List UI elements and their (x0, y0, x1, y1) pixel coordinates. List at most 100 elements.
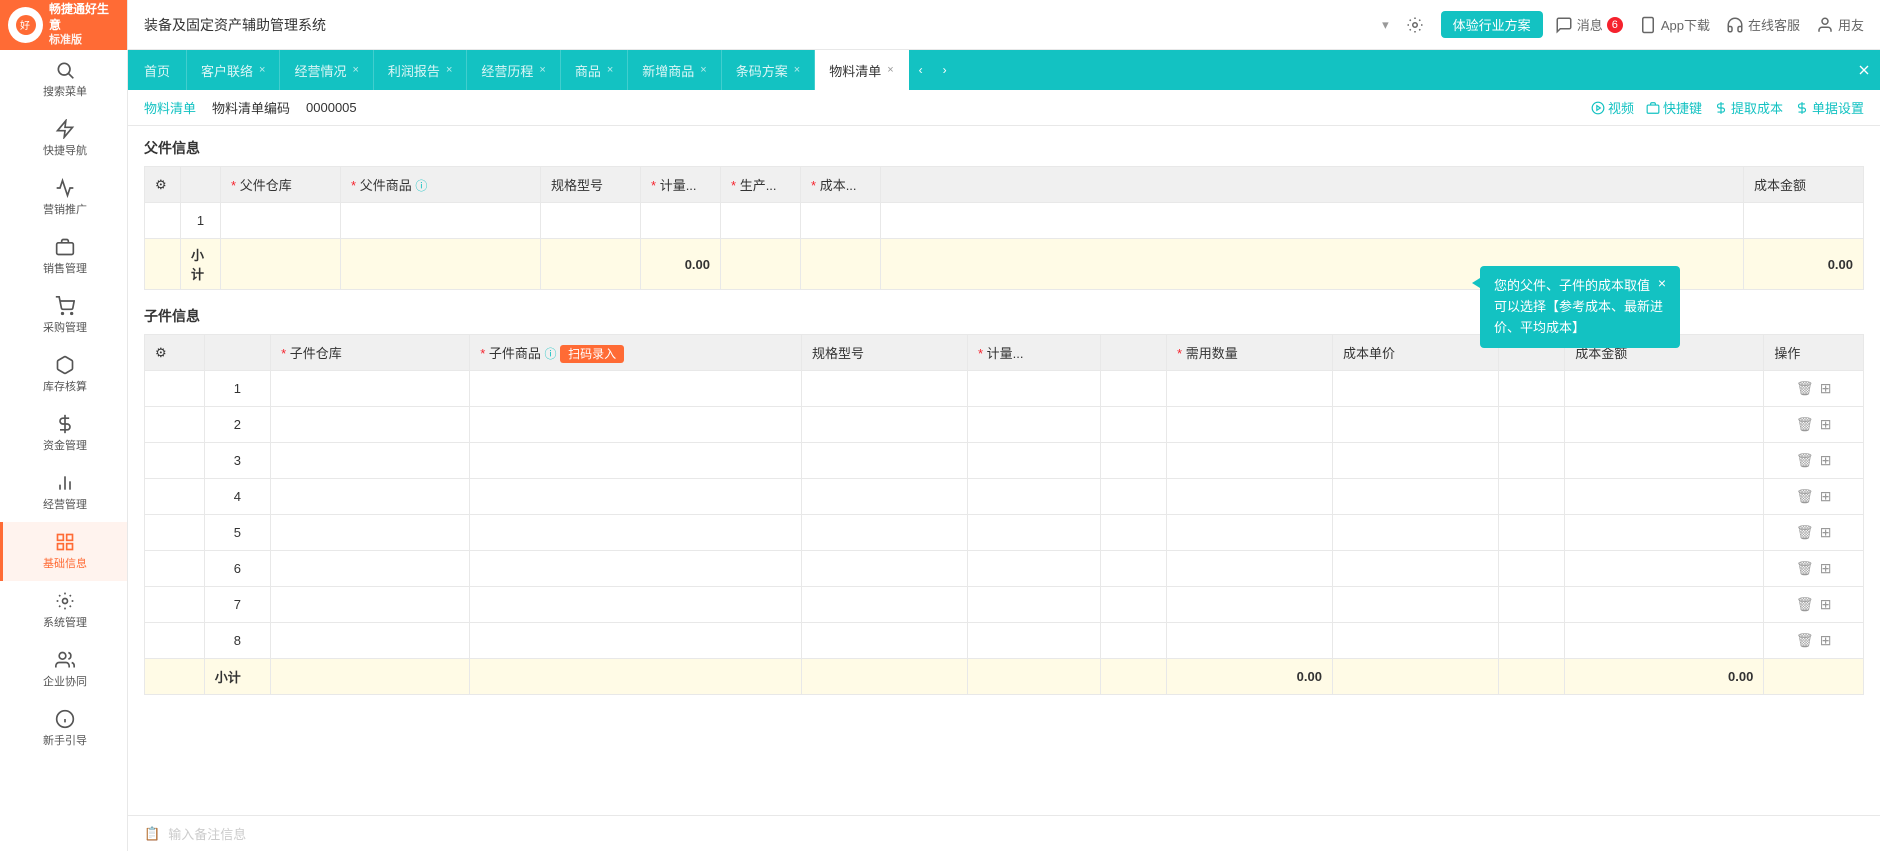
child-row-warehouse[interactable] (271, 407, 470, 443)
child-row-product[interactable] (470, 551, 802, 587)
parent-row-cost[interactable] (801, 203, 881, 239)
settings-gear-button[interactable] (1401, 11, 1429, 39)
child-row-spec[interactable] (802, 443, 968, 479)
copy-row-button[interactable]: ⊞ (1820, 560, 1832, 577)
child-row-spec[interactable] (802, 515, 968, 551)
delete-row-button[interactable]: 🗑 (1796, 560, 1814, 577)
child-row-unit[interactable] (967, 371, 1100, 407)
child-row-spec[interactable] (802, 551, 968, 587)
video-button[interactable]: 视频 (1591, 98, 1634, 117)
child-row-unit-cost[interactable] (1332, 407, 1498, 443)
child-row-unit[interactable] (967, 443, 1100, 479)
tab-customer-close[interactable]: × (259, 64, 265, 76)
sidebar-item-sales[interactable]: 销售管理 (0, 227, 127, 286)
child-row-needed-qty[interactable] (1167, 407, 1333, 443)
tooltip-close-button[interactable]: × (1658, 276, 1666, 290)
tab-customer[interactable]: 客户联络 × (187, 50, 280, 90)
child-row-unit-cost[interactable] (1332, 623, 1498, 659)
tab-new-goods[interactable]: 新增商品 × (628, 50, 721, 90)
copy-row-button[interactable]: ⊞ (1820, 488, 1832, 505)
delete-row-button[interactable]: 🗑 (1796, 632, 1814, 649)
copy-row-button[interactable]: ⊞ (1820, 524, 1832, 541)
child-row-warehouse[interactable] (271, 551, 470, 587)
nav-next-arrow[interactable]: › (933, 58, 957, 82)
child-row-unit[interactable] (967, 479, 1100, 515)
user-button[interactable]: 用友 (1816, 15, 1864, 34)
child-row-warehouse[interactable] (271, 587, 470, 623)
child-row-needed-qty[interactable] (1167, 623, 1333, 659)
sidebar-item-finance[interactable]: 资金管理 (0, 404, 127, 463)
nav-prev-arrow[interactable]: ‹ (909, 58, 933, 82)
child-row-spec[interactable] (802, 479, 968, 515)
child-row-product[interactable] (470, 479, 802, 515)
shortcut-button[interactable]: 快捷键 (1646, 98, 1702, 117)
child-row-product[interactable] (470, 371, 802, 407)
child-row-warehouse[interactable] (271, 623, 470, 659)
scan-input-button[interactable]: 扫码录入 (560, 345, 624, 363)
copy-row-button[interactable]: ⊞ (1820, 452, 1832, 469)
tab-operations[interactable]: 经营情况 × (280, 50, 373, 90)
tab-bom-close[interactable]: × (887, 64, 893, 76)
child-row-unit[interactable] (967, 587, 1100, 623)
parent-row-product[interactable] (341, 203, 541, 239)
delete-row-button[interactable]: 🗑 (1796, 488, 1814, 505)
delete-row-button[interactable]: 🗑 (1796, 380, 1814, 397)
extract-cost-button[interactable]: 提取成本 (1714, 98, 1783, 117)
child-row-spec[interactable] (802, 371, 968, 407)
tab-history-close[interactable]: × (539, 64, 545, 76)
child-row-product[interactable] (470, 587, 802, 623)
child-row-product[interactable] (470, 407, 802, 443)
parent-row-production[interactable] (721, 203, 801, 239)
child-row-unit-cost[interactable] (1332, 443, 1498, 479)
copy-row-button[interactable]: ⊞ (1820, 380, 1832, 397)
doc-settings-button[interactable]: 单据设置 (1795, 98, 1864, 117)
child-th-gear[interactable]: ⚙ (145, 335, 205, 371)
child-row-needed-qty[interactable] (1167, 587, 1333, 623)
child-row-spec[interactable] (802, 407, 968, 443)
child-row-product[interactable] (470, 515, 802, 551)
child-row-product[interactable] (470, 443, 802, 479)
delete-row-button[interactable]: 🗑 (1796, 596, 1814, 613)
sidebar-item-system[interactable]: 系统管理 (0, 581, 127, 640)
child-row-unit-cost[interactable] (1332, 587, 1498, 623)
delete-row-button[interactable]: 🗑 (1796, 416, 1814, 433)
message-button[interactable]: 消息 6 (1555, 15, 1623, 34)
copy-row-button[interactable]: ⊞ (1820, 632, 1832, 649)
child-row-unit[interactable] (967, 407, 1100, 443)
sidebar-item-marketing[interactable]: 营销推广 (0, 168, 127, 227)
sidebar-item-quicknav[interactable]: 快捷导航 (0, 109, 127, 168)
child-row-needed-qty[interactable] (1167, 371, 1333, 407)
parent-row-warehouse[interactable] (221, 203, 341, 239)
child-row-unit-cost[interactable] (1332, 551, 1498, 587)
child-row-unit-cost[interactable] (1332, 371, 1498, 407)
child-row-needed-qty[interactable] (1167, 479, 1333, 515)
child-row-warehouse[interactable] (271, 443, 470, 479)
sidebar-item-operations-mgmt[interactable]: 经营管理 (0, 463, 127, 522)
child-row-spec[interactable] (802, 623, 968, 659)
copy-row-button[interactable]: ⊞ (1820, 416, 1832, 433)
tab-operations-close[interactable]: × (352, 64, 358, 76)
child-row-unit-cost[interactable] (1332, 515, 1498, 551)
tab-barcode[interactable]: 条码方案 × (722, 50, 815, 90)
child-row-warehouse[interactable] (271, 479, 470, 515)
tab-bom[interactable]: 物料清单 × (815, 50, 908, 90)
child-row-unit[interactable] (967, 551, 1100, 587)
trial-button[interactable]: 体验行业方案 (1441, 11, 1543, 38)
sidebar-item-guide[interactable]: 新手引导 (0, 699, 127, 758)
child-row-needed-qty[interactable] (1167, 551, 1333, 587)
app-download-button[interactable]: App下载 (1639, 15, 1710, 34)
parent-row-unit[interactable] (641, 203, 721, 239)
tab-barcode-close[interactable]: × (794, 64, 800, 76)
tab-history[interactable]: 经营历程 × (467, 50, 560, 90)
child-row-warehouse[interactable] (271, 371, 470, 407)
child-row-unit[interactable] (967, 515, 1100, 551)
delete-row-button[interactable]: 🗑 (1796, 452, 1814, 469)
child-row-warehouse[interactable] (271, 515, 470, 551)
delete-row-button[interactable]: 🗑 (1796, 524, 1814, 541)
parent-th-gear[interactable]: ⚙ (145, 167, 181, 203)
sidebar-item-basic-info[interactable]: 基础信息 (0, 522, 127, 581)
child-row-spec[interactable] (802, 587, 968, 623)
parent-row-spec[interactable] (541, 203, 641, 239)
tab-new-goods-close[interactable]: × (700, 64, 706, 76)
dropdown-arrow-icon[interactable]: ▾ (1382, 17, 1389, 33)
